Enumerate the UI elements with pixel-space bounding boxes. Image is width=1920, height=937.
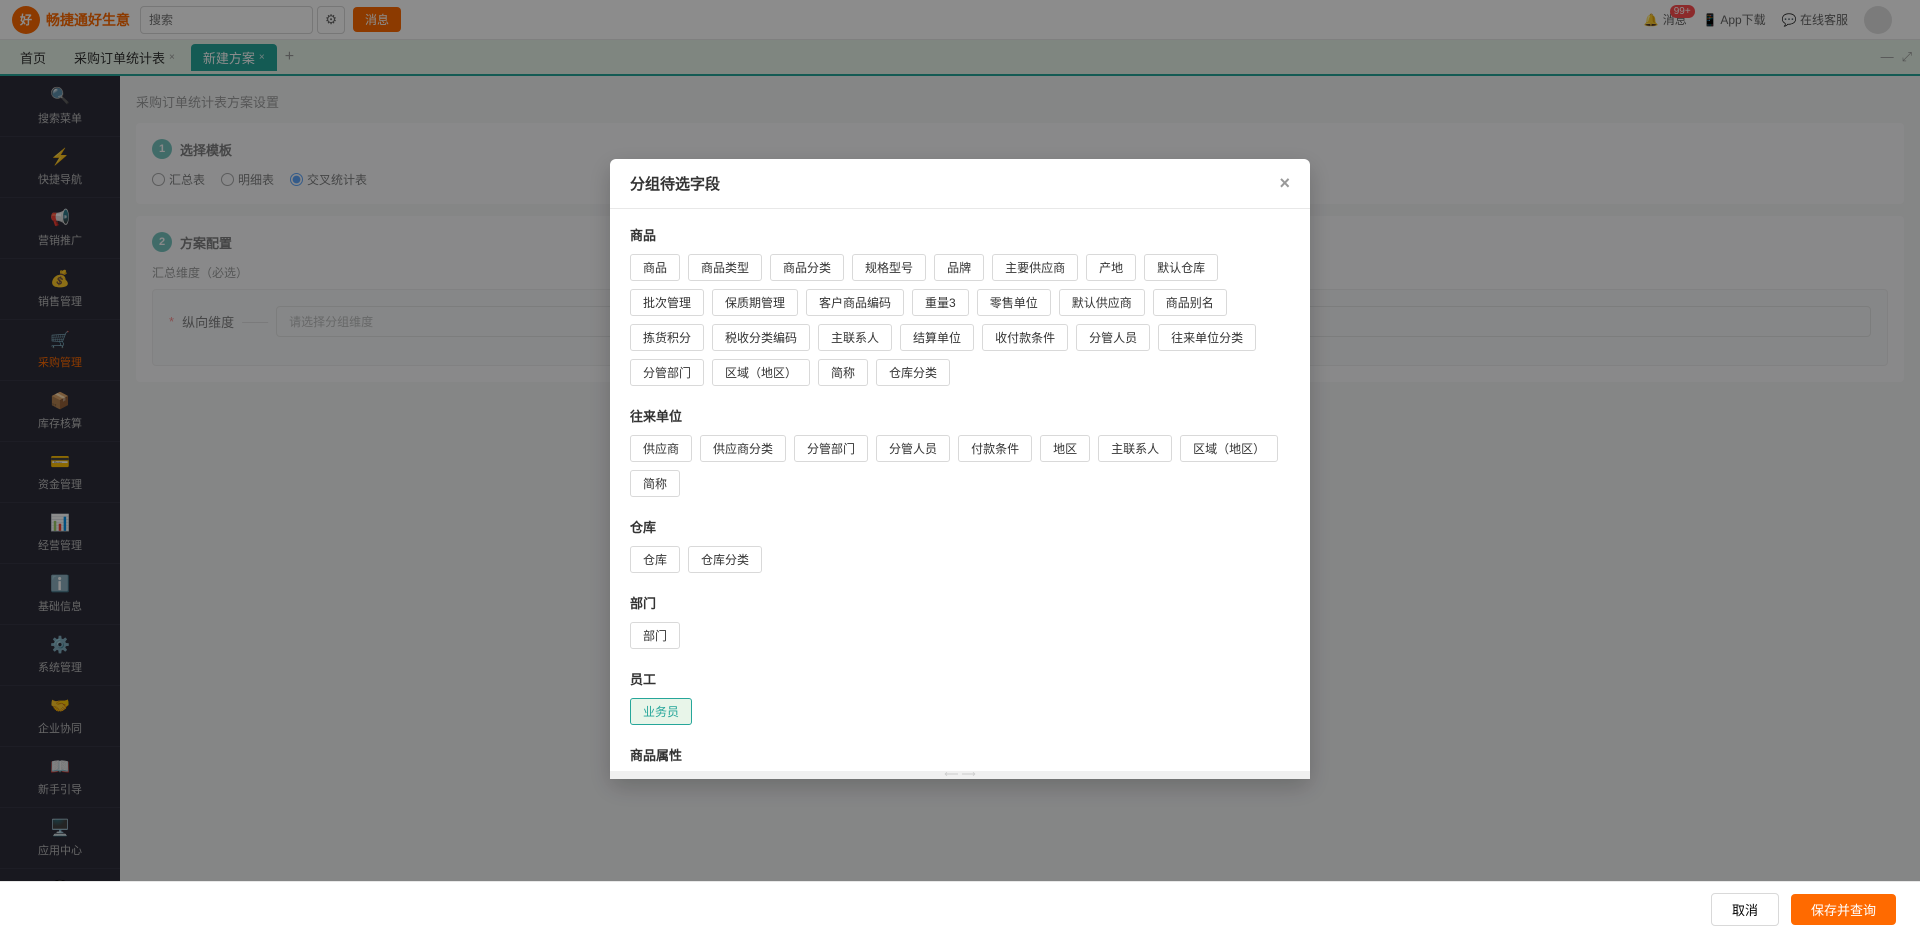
field-tag[interactable]: 保质期管理 <box>712 289 798 316</box>
field-tag[interactable]: 客户商品编码 <box>806 289 904 316</box>
field-tag[interactable]: 往来单位分类 <box>1158 324 1256 351</box>
field-tag[interactable]: 商品分类 <box>770 254 844 281</box>
field-tag[interactable]: 业务员 <box>630 698 692 725</box>
field-section-员工: 员工业务员 <box>630 669 1290 725</box>
field-section-往来单位: 往来单位供应商供应商分类分管部门分管人员付款条件地区主联系人区域（地区） 简称 <box>630 406 1290 497</box>
field-tag[interactable]: 品牌 <box>934 254 984 281</box>
field-tag[interactable]: 分管人员 <box>1076 324 1150 351</box>
field-tag[interactable]: 简称 <box>630 470 680 497</box>
field-tag[interactable]: 分管部门 <box>794 435 868 462</box>
dialog-footer: 取消 保存并查询 <box>0 881 1920 937</box>
field-tag[interactable]: 区域（地区） <box>1180 435 1278 462</box>
field-section-商品属性: 商品属性属性颜色多规格尺码鞋码1 <box>630 745 1290 771</box>
cancel-button[interactable]: 取消 <box>1711 893 1779 926</box>
field-tag[interactable]: 零售单位 <box>977 289 1051 316</box>
field-section-仓库: 仓库仓库仓库分类 <box>630 517 1290 573</box>
field-tag[interactable]: 默认供应商 <box>1059 289 1145 316</box>
field-tag[interactable]: 仓库分类 <box>876 359 950 386</box>
field-tag[interactable]: 地区 <box>1040 435 1090 462</box>
field-tag[interactable]: 分管人员 <box>876 435 950 462</box>
field-tag[interactable]: 主联系人 <box>1098 435 1172 462</box>
field-tag[interactable]: 商品类型 <box>688 254 762 281</box>
field-tag[interactable]: 批次管理 <box>630 289 704 316</box>
field-tag[interactable]: 仓库 <box>630 546 680 573</box>
field-tag[interactable]: 拣货积分 <box>630 324 704 351</box>
field-tag[interactable]: 产地 <box>1086 254 1136 281</box>
field-tag[interactable]: 商品别名 <box>1153 289 1227 316</box>
field-tag[interactable]: 主要供应商 <box>992 254 1078 281</box>
field-selection-dialog: 分组待选字段 × 商品商品商品类型商品分类规格型号品牌主要供应商产地默认仓库批次… <box>610 159 1310 779</box>
field-tag[interactable]: 商品 <box>630 254 680 281</box>
field-section-部门: 部门部门 <box>630 593 1290 649</box>
field-tags: 商品商品类型商品分类规格型号品牌主要供应商产地默认仓库批次管理保质期管理客户商品… <box>630 254 1290 386</box>
field-tag[interactable]: 供应商分类 <box>700 435 786 462</box>
field-tag[interactable]: 简称 <box>818 359 868 386</box>
dialog-overlay: 分组待选字段 × 商品商品商品类型商品分类规格型号品牌主要供应商产地默认仓库批次… <box>0 0 1920 937</box>
field-tag[interactable]: 默认仓库 <box>1144 254 1218 281</box>
field-tag[interactable]: 规格型号 <box>852 254 926 281</box>
scroll-hint: ⟵ ⟶ <box>610 771 1310 779</box>
field-tags: 仓库仓库分类 <box>630 546 1290 573</box>
field-tag[interactable]: 部门 <box>630 622 680 649</box>
field-tag[interactable]: 重量3 <box>912 289 969 316</box>
field-tags: 供应商供应商分类分管部门分管人员付款条件地区主联系人区域（地区） 简称 <box>630 435 1290 497</box>
field-section-title: 商品属性 <box>630 745 1290 764</box>
field-tag[interactable]: 分管部门 <box>630 359 704 386</box>
field-section-title: 仓库 <box>630 517 1290 536</box>
field-tag[interactable]: 结算单位 <box>900 324 974 351</box>
dialog-header: 分组待选字段 × <box>610 159 1310 209</box>
field-section-title: 部门 <box>630 593 1290 612</box>
field-section-title: 往来单位 <box>630 406 1290 425</box>
field-section-商品: 商品商品商品类型商品分类规格型号品牌主要供应商产地默认仓库批次管理保质期管理客户… <box>630 225 1290 386</box>
field-section-title: 商品 <box>630 225 1290 244</box>
field-tag[interactable]: 付款条件 <box>958 435 1032 462</box>
field-tag[interactable]: 供应商 <box>630 435 692 462</box>
field-tag[interactable]: 区域（地区） <box>712 359 810 386</box>
dialog-title: 分组待选字段 <box>630 173 720 194</box>
field-tags: 业务员 <box>630 698 1290 725</box>
dialog-close-button[interactable]: × <box>1279 173 1290 194</box>
field-tag[interactable]: 主联系人 <box>818 324 892 351</box>
field-section-title: 员工 <box>630 669 1290 688</box>
confirm-button[interactable]: 保存并查询 <box>1791 894 1896 925</box>
field-tag[interactable]: 税收分类编码 <box>712 324 810 351</box>
field-tag[interactable]: 仓库分类 <box>688 546 762 573</box>
dialog-body[interactable]: 商品商品商品类型商品分类规格型号品牌主要供应商产地默认仓库批次管理保质期管理客户… <box>610 209 1310 771</box>
field-tag[interactable]: 收付款条件 <box>982 324 1068 351</box>
field-tags: 部门 <box>630 622 1290 649</box>
